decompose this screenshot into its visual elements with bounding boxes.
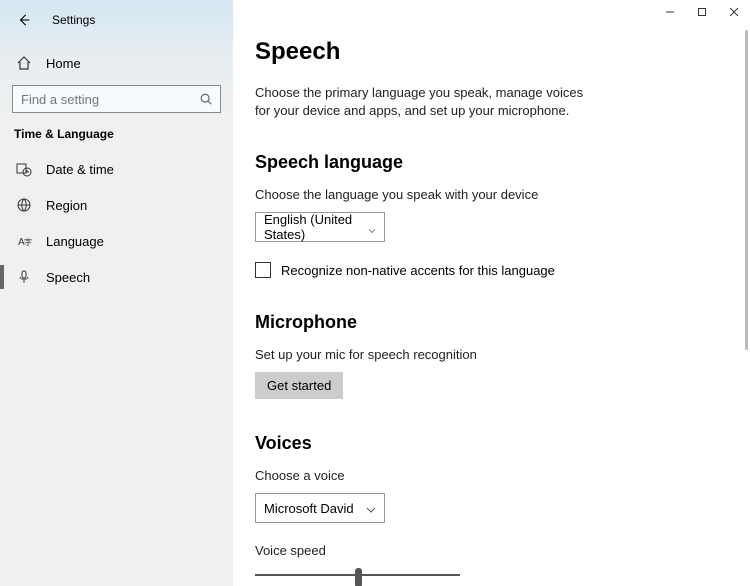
nav-label: Date & time — [46, 162, 114, 177]
calendar-clock-icon — [16, 161, 32, 177]
voice-dropdown[interactable]: Microsoft David — [255, 493, 385, 523]
get-started-button[interactable]: Get started — [255, 372, 343, 399]
microphone-desc: Set up your mic for speech recognition — [255, 347, 710, 362]
dropdown-value: English (United States) — [264, 212, 368, 242]
speech-language-desc: Choose the language you speak with your … — [255, 187, 710, 202]
scrollbar[interactable] — [745, 30, 748, 350]
voices-desc: Choose a voice — [255, 468, 710, 483]
language-icon: A字 — [16, 233, 32, 249]
speech-language-dropdown[interactable]: English (United States) — [255, 212, 385, 242]
search-icon — [199, 92, 213, 106]
home-icon — [16, 55, 32, 71]
slider-thumb[interactable] — [355, 568, 362, 586]
voice-speed-slider[interactable] — [255, 568, 460, 570]
header-row: Settings — [0, 5, 233, 35]
sidebar-item-region[interactable]: Region — [0, 187, 233, 223]
sidebar: Settings Home Time & Language Date & tim… — [0, 0, 233, 586]
section-speech-language: Speech language — [255, 152, 710, 173]
accent-checkbox-row[interactable]: Recognize non-native accents for this la… — [255, 262, 710, 278]
chevron-down-icon — [366, 503, 376, 513]
sidebar-item-date-time[interactable]: Date & time — [0, 151, 233, 187]
globe-icon — [16, 197, 32, 213]
svg-text:字: 字 — [24, 237, 32, 247]
section-microphone: Microphone — [255, 312, 710, 333]
home-label: Home — [46, 56, 81, 71]
search-input[interactable] — [12, 85, 221, 113]
sidebar-item-speech[interactable]: Speech — [0, 259, 233, 295]
accent-checkbox[interactable] — [255, 262, 271, 278]
page-description: Choose the primary language you speak, m… — [255, 84, 595, 120]
window-title: Settings — [52, 13, 95, 27]
search-wrap — [12, 85, 221, 113]
nav-label: Speech — [46, 270, 90, 285]
dropdown-value: Microsoft David — [264, 501, 354, 516]
nav-label: Language — [46, 234, 104, 249]
sidebar-home[interactable]: Home — [0, 45, 233, 81]
microphone-icon — [16, 269, 32, 285]
settings-window: Settings Home Time & Language Date & tim… — [0, 0, 750, 586]
sidebar-group-title: Time & Language — [0, 127, 233, 151]
accent-checkbox-label: Recognize non-native accents for this la… — [281, 263, 555, 278]
voice-speed-label: Voice speed — [255, 543, 710, 558]
nav-label: Region — [46, 198, 87, 213]
sidebar-item-language[interactable]: A字 Language — [0, 223, 233, 259]
page-title: Speech — [255, 38, 710, 66]
section-voices: Voices — [255, 433, 710, 454]
back-button[interactable] — [14, 10, 34, 30]
content-area: Speech Choose the primary language you s… — [233, 0, 750, 586]
chevron-down-icon — [368, 222, 376, 232]
